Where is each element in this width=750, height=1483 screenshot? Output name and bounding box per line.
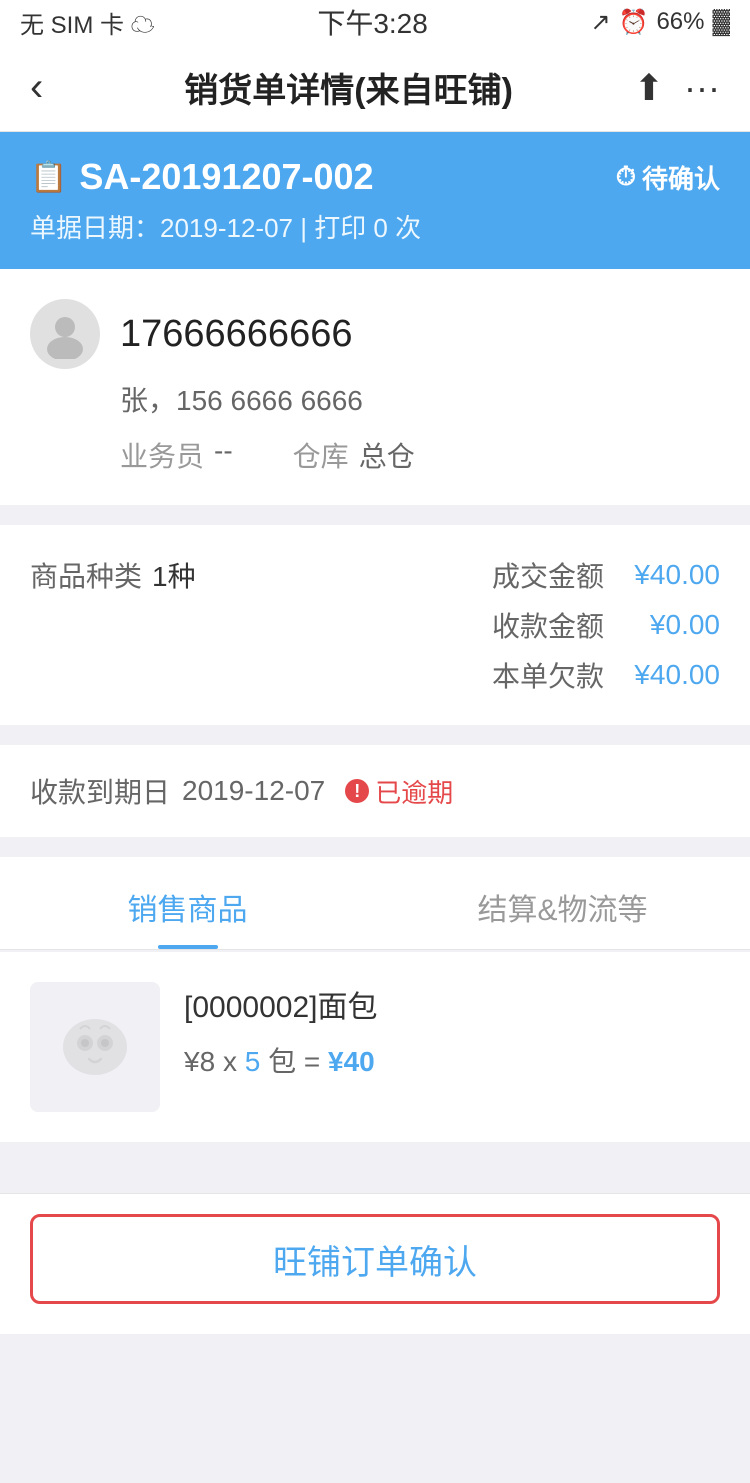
owed-amount-label: 本单欠款 — [492, 655, 604, 695]
nav-actions: ⬆ ··· — [634, 67, 720, 109]
product-price: ¥8 x 5 包 = ¥40 — [184, 1040, 720, 1080]
owed-amount-value: ¥40.00 — [620, 659, 720, 691]
tab-sales-products-label: 销售商品 — [128, 894, 248, 927]
avatar — [30, 299, 100, 369]
product-types-label: 商品种类 — [30, 555, 142, 595]
product-name: [0000002]面包 — [184, 982, 720, 1026]
order-status-text: 待确认 — [642, 159, 720, 196]
product-unit: 包 — [268, 1046, 296, 1077]
bottom-bar: 旺铺订单确认 — [0, 1193, 750, 1334]
warehouse-value: 总仓 — [359, 435, 415, 475]
bottom-spacer — [0, 1343, 750, 1483]
order-icon: 📋 — [30, 160, 67, 195]
transaction-amount-row: 成交金额 ¥40.00 — [492, 555, 720, 595]
order-number-row: 📋 SA-20191207-002 ⏱ 待确认 — [30, 156, 720, 198]
tab-settlement-logistics[interactable]: 结算&物流等 — [375, 857, 750, 949]
status-bar: 无 SIM 卡 ☁ 下午3:28 ↗ ⏰ 66% ▓ — [0, 0, 750, 44]
battery-icon: ▓ — [713, 8, 731, 36]
product-total: ¥40 — [328, 1046, 375, 1077]
equals-symbol: = — [304, 1046, 320, 1077]
confirm-order-label: 旺铺订单确认 — [273, 1235, 477, 1284]
stats-section: 商品种类 1种 成交金额 ¥40.00 收款金额 ¥0.00 本单欠款 ¥40.… — [0, 525, 750, 725]
price-per-unit: ¥8 — [184, 1046, 215, 1077]
tab-sales-products[interactable]: 销售商品 — [0, 857, 375, 949]
order-number-left: 📋 SA-20191207-002 — [30, 156, 374, 198]
order-status: ⏱ 待确认 — [616, 159, 720, 196]
warehouse-item: 仓库 总仓 — [293, 435, 415, 475]
share-icon[interactable]: ⬆ — [634, 67, 664, 109]
due-section: 收款到期日 2019-12-07 ! 已逾期 — [0, 745, 750, 837]
product-info: [0000002]面包 ¥8 x 5 包 = ¥40 — [184, 982, 720, 1112]
received-amount-label: 收款金额 — [492, 605, 604, 645]
status-time: 下午3:28 — [317, 2, 428, 42]
product-types: 商品种类 1种 — [30, 555, 492, 595]
status-right: ↗ ⏰ 66% ▓ — [590, 8, 730, 37]
customer-phone: 17666666666 — [120, 313, 352, 356]
due-date-value: 2019-12-07 — [182, 775, 325, 807]
transaction-amount-label: 成交金额 — [492, 555, 604, 595]
products-section: [0000002]面包 ¥8 x 5 包 = ¥40 — [0, 952, 750, 1143]
customer-name: 张，156 6666 6666 — [120, 379, 720, 419]
status-clock-icon: ⏱ — [616, 161, 636, 193]
sim-label: 无 SIM 卡 ☁ — [20, 5, 155, 40]
tab-settlement-logistics-label: 结算&物流等 — [477, 894, 647, 927]
due-date-label: 收款到期日 — [30, 771, 170, 811]
more-icon[interactable]: ··· — [684, 67, 720, 109]
customer-section: 17666666666 张，156 6666 6666 业务员 -- 仓库 总仓 — [0, 269, 750, 505]
salesperson-value: -- — [214, 435, 233, 475]
page-title: 销货单详情(来自旺铺) — [63, 63, 634, 112]
product-thumbnail — [30, 982, 160, 1112]
status-left: 无 SIM 卡 ☁ — [20, 5, 155, 40]
overdue-badge: ! 已逾期 — [345, 773, 453, 810]
customer-top: 17666666666 — [30, 299, 720, 369]
owed-amount-row: 本单欠款 ¥40.00 — [492, 655, 720, 695]
order-date: 单据日期：2019-12-07 | 打印 0 次 — [30, 208, 720, 245]
multiply-symbol: x — [223, 1046, 237, 1077]
overdue-text: 已逾期 — [375, 773, 453, 810]
product-item: [0000002]面包 ¥8 x 5 包 = ¥40 — [0, 952, 750, 1143]
customer-meta: 业务员 -- 仓库 总仓 — [120, 435, 720, 475]
warehouse-label: 仓库 — [293, 435, 349, 475]
transaction-amount-value: ¥40.00 — [620, 559, 720, 591]
salesperson-label: 业务员 — [120, 435, 204, 475]
financial-stats: 成交金额 ¥40.00 收款金额 ¥0.00 本单欠款 ¥40.00 — [492, 555, 720, 695]
received-amount-row: 收款金额 ¥0.00 — [492, 605, 720, 645]
back-button[interactable]: ‹ — [30, 65, 43, 110]
product-types-value: 1种 — [152, 555, 196, 595]
salesperson-item: 业务员 -- — [120, 435, 233, 475]
order-banner: 📋 SA-20191207-002 ⏱ 待确认 单据日期：2019-12-07 … — [0, 132, 750, 269]
product-qty: 5 — [245, 1046, 261, 1077]
alarm-icon: ⏰ — [619, 8, 649, 37]
order-number-text: SA-20191207-002 — [79, 156, 373, 198]
confirm-order-button[interactable]: 旺铺订单确认 — [30, 1214, 720, 1304]
tabs-row: 销售商品 结算&物流等 — [0, 857, 750, 949]
overdue-icon: ! — [345, 779, 369, 803]
battery-label: 66% — [656, 8, 704, 36]
tabs-section: 销售商品 结算&物流等 — [0, 857, 750, 950]
location-icon: ↗ — [590, 8, 610, 37]
received-amount-value: ¥0.00 — [620, 609, 720, 641]
nav-bar: ‹ 销货单详情(来自旺铺) ⬆ ··· — [0, 44, 750, 132]
